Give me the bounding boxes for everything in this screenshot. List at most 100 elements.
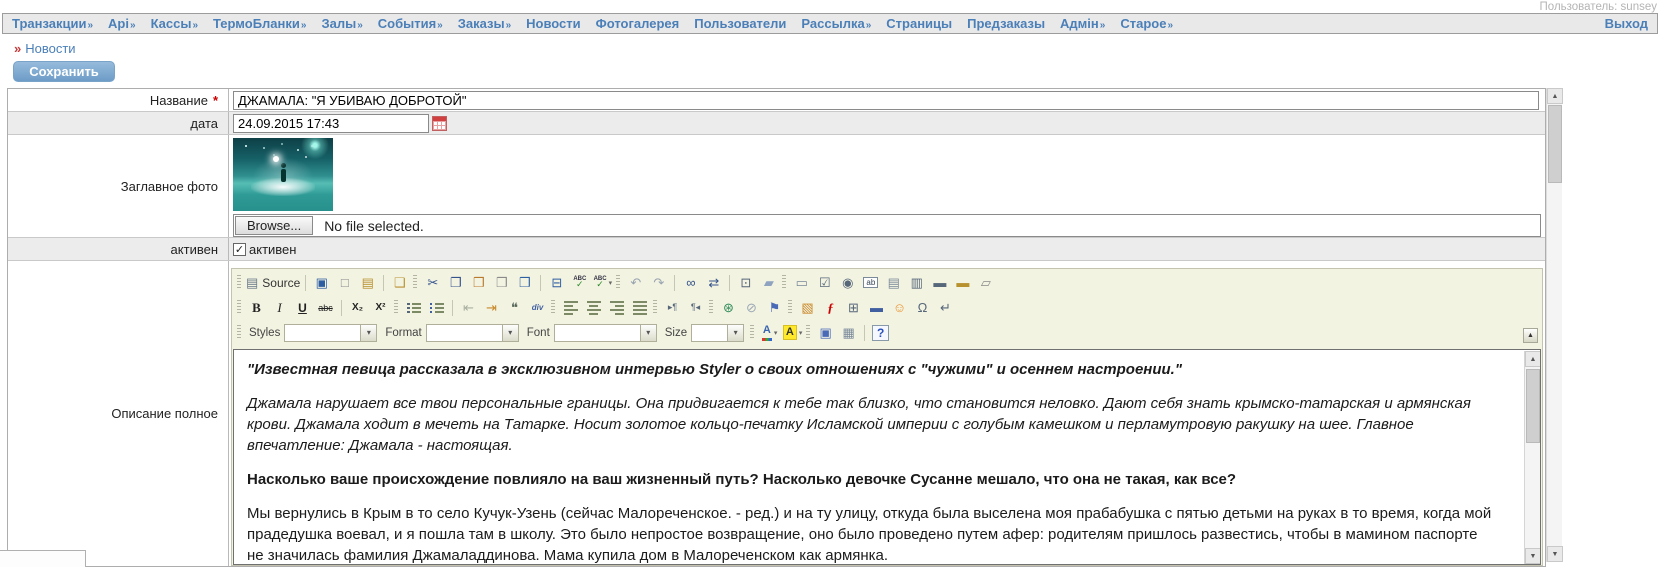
radio-field-button[interactable]: ◉ <box>837 272 858 293</box>
italic-button[interactable]: I <box>269 297 290 318</box>
replace-button[interactable]: ⇄ <box>703 272 724 293</box>
preview-button[interactable]: ▤ <box>357 272 378 293</box>
editor-scroll-up-icon[interactable]: ▲ <box>1525 351 1540 367</box>
toolbar-collapse-button[interactable]: ▲ <box>1523 328 1538 343</box>
nav-item-news[interactable]: Новости <box>526 16 581 31</box>
browse-button[interactable]: Browse... <box>235 216 314 235</box>
new-page-button[interactable]: □ <box>334 272 355 293</box>
remove-format-button[interactable]: ▰ <box>758 272 779 293</box>
bidi-ltr-button[interactable]: ▸¶ <box>662 297 683 318</box>
nav-item-thermo-blanks[interactable]: ТермоБланки» <box>213 16 306 31</box>
date-input[interactable] <box>233 113 429 133</box>
smiley-button[interactable]: ☺ <box>889 297 910 318</box>
breadcrumb-news-link[interactable]: Новости <box>25 41 75 56</box>
page-scroll-up-icon[interactable]: ▲ <box>1547 88 1563 104</box>
print-button[interactable]: ⊟ <box>546 272 567 293</box>
form-button[interactable]: ▭ <box>791 272 812 293</box>
anchor-button[interactable]: ⚑ <box>764 297 785 318</box>
nav-item-label: Предзаказы <box>967 16 1046 31</box>
title-input[interactable] <box>233 90 1539 110</box>
nav-item-orders[interactable]: Заказы» <box>458 16 511 31</box>
div-button[interactable]: div <box>527 297 548 318</box>
special-char-button[interactable]: Ω <box>912 297 933 318</box>
select-all-button[interactable]: ⊡ <box>735 272 756 293</box>
date-picker-calendar-icon[interactable] <box>432 115 447 131</box>
paste-word-button[interactable]: ❒ <box>514 272 535 293</box>
superscript-button[interactable]: X² <box>370 297 391 318</box>
blockquote-button[interactable]: ❝ <box>504 297 525 318</box>
editor-scrollbar-thumb[interactable] <box>1526 369 1540 443</box>
page-scrollbar-thumb[interactable] <box>1548 105 1562 183</box>
select-field-button[interactable]: ▥ <box>906 272 927 293</box>
spellcheck-button[interactable]: ABC ✓ <box>569 272 590 293</box>
page-break-button[interactable]: ↵ <box>935 297 956 318</box>
about-button[interactable]: ? <box>870 322 891 343</box>
hidden-field-button[interactable]: ▱ <box>975 272 996 293</box>
editor-content[interactable]: "Известная певица рассказала в эксклюзив… <box>233 349 1541 565</box>
text-field-button[interactable]: ab <box>860 272 881 293</box>
size-combo[interactable]: Size ▾ <box>665 323 745 342</box>
align-center-button[interactable] <box>583 297 604 318</box>
scayt-button[interactable]: ABC ✓ ▾ <box>592 272 613 293</box>
bg-color-button[interactable]: A ▾ <box>782 322 803 343</box>
styles-combo[interactable]: Styles ▾ <box>249 323 378 342</box>
bulleted-list-button[interactable] <box>426 297 447 318</box>
align-justify-button[interactable] <box>629 297 650 318</box>
table-button[interactable]: ⊞ <box>843 297 864 318</box>
nav-logout-link[interactable]: Выход <box>1605 16 1648 31</box>
indent-button[interactable]: ⇥ <box>481 297 502 318</box>
image-button[interactable]: ▧ <box>797 297 818 318</box>
subscript-button[interactable]: X₂ <box>347 297 368 318</box>
strike-button[interactable]: abc <box>315 297 336 318</box>
flash-button[interactable]: ƒ <box>820 297 841 318</box>
align-right-button[interactable] <box>606 297 627 318</box>
nav-item-halls[interactable]: Залы» <box>321 16 362 31</box>
checkbox-field-button[interactable]: ☑ <box>814 272 835 293</box>
page-scrollbar[interactable]: ▲ ▼ <box>1546 88 1563 562</box>
redo-button[interactable]: ↷ <box>648 272 669 293</box>
save-button[interactable]: Сохранить <box>13 61 115 82</box>
underline-button[interactable]: U <box>292 297 313 318</box>
numbered-list-button[interactable] <box>403 297 424 318</box>
nav-item-pages[interactable]: Страницы <box>886 16 952 31</box>
paste-button[interactable]: ❒ <box>468 272 489 293</box>
image-button-field-button[interactable]: ▬ <box>952 272 973 293</box>
align-left-button[interactable] <box>560 297 581 318</box>
source-button[interactable]: ▤ Source <box>246 272 300 293</box>
bidi-rtl-button[interactable]: ¶◂ <box>685 297 706 318</box>
nav-item-events[interactable]: События» <box>378 16 443 31</box>
bold-button[interactable]: B <box>246 297 267 318</box>
nav-item-admin[interactable]: Адмін» <box>1060 16 1105 31</box>
copy-button[interactable]: ❐ <box>445 272 466 293</box>
maximize-button[interactable]: ▣ <box>815 322 836 343</box>
nav-item-photo-gallery[interactable]: Фотогалерея <box>596 16 680 31</box>
editor-scroll-down-icon[interactable]: ▼ <box>1525 548 1540 564</box>
nav-item-transactions[interactable]: Транзакции» <box>12 16 93 31</box>
active-checkbox[interactable]: ✓ <box>233 242 246 256</box>
nav-item-preorders[interactable]: Предзаказы <box>967 16 1045 31</box>
font-combo[interactable]: Font ▾ <box>527 323 657 342</box>
textarea-field-button[interactable]: ▤ <box>883 272 904 293</box>
nav-item-api[interactable]: Api» <box>108 16 136 31</box>
format-combo[interactable]: Format ▾ <box>385 323 519 342</box>
cut-button[interactable]: ✂ <box>422 272 443 293</box>
nav-item-old[interactable]: Старое» <box>1120 16 1173 31</box>
undo-button[interactable]: ↶ <box>625 272 646 293</box>
paste-text-button[interactable]: ❒ <box>491 272 512 293</box>
nav-item-users[interactable]: Пользователи <box>694 16 786 31</box>
image-field-button-icon: ▬ <box>956 275 970 290</box>
link-button[interactable]: ⊛ <box>718 297 739 318</box>
nav-item-mailing[interactable]: Рассылка» <box>801 16 871 31</box>
page-scroll-down-icon[interactable]: ▼ <box>1547 546 1563 562</box>
editor-scrollbar[interactable]: ▲ ▼ <box>1524 351 1540 564</box>
button-field-button[interactable]: ▬ <box>929 272 950 293</box>
save-button[interactable]: ▣ <box>311 272 332 293</box>
find-button[interactable]: ∞ <box>680 272 701 293</box>
unlink-button[interactable]: ⊘ <box>741 297 762 318</box>
horizontal-rule-button[interactable]: ▬ <box>866 297 887 318</box>
nav-item-cash-desks[interactable]: Кассы» <box>151 16 198 31</box>
text-color-button[interactable]: A ▾ <box>759 322 780 343</box>
outdent-button[interactable]: ⇤ <box>458 297 479 318</box>
show-blocks-button[interactable]: ▦ <box>838 322 859 343</box>
templates-button[interactable]: ❑ <box>389 272 410 293</box>
